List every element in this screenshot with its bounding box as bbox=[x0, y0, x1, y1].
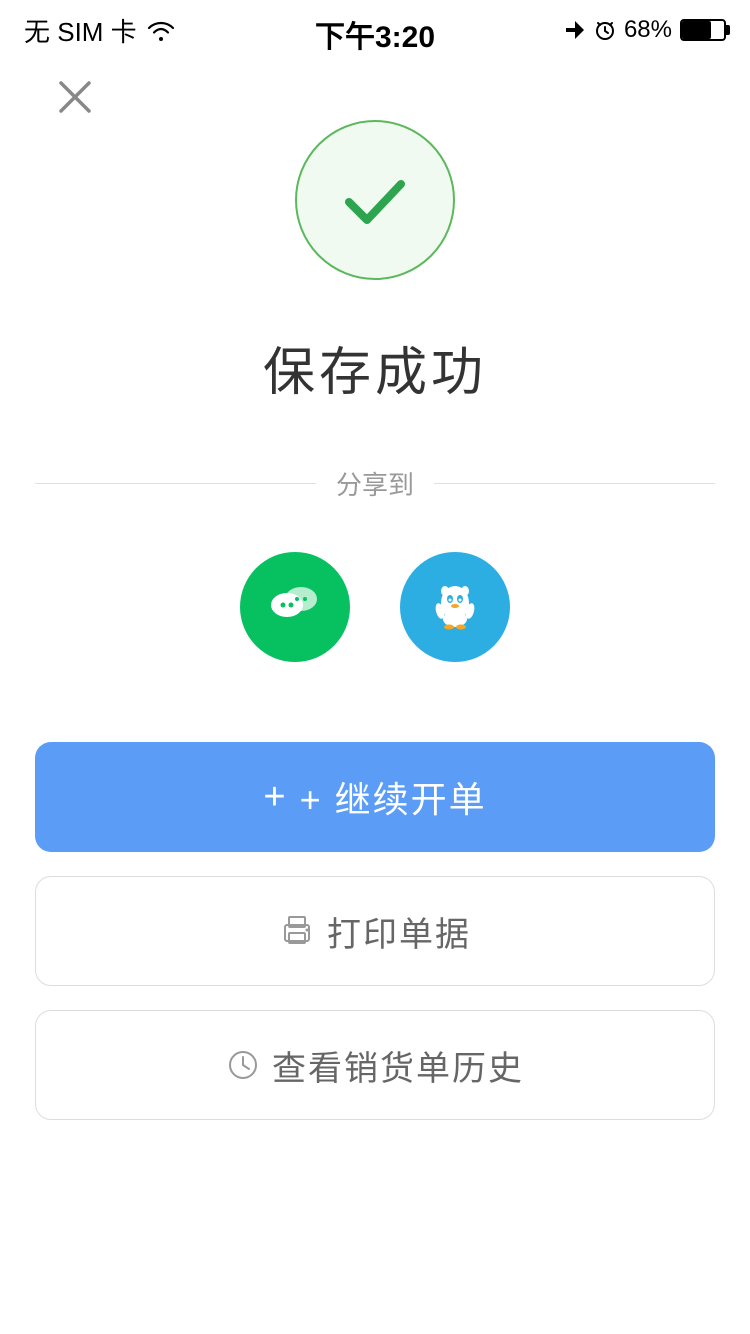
battery-fill bbox=[682, 21, 711, 39]
history-button[interactable]: 查看销货单历史 bbox=[35, 1010, 715, 1120]
history-icon bbox=[226, 1048, 260, 1082]
status-left: 无 SIM 卡 bbox=[24, 12, 175, 49]
success-circle bbox=[295, 120, 455, 280]
status-time: 下午3:20 bbox=[315, 12, 435, 56]
share-icons bbox=[240, 552, 510, 662]
print-button[interactable]: 打印单据 bbox=[35, 876, 715, 986]
wechat-icon bbox=[263, 575, 327, 639]
carrier-text: 无 SIM 卡 bbox=[24, 12, 137, 49]
qq-share-button[interactable] bbox=[400, 552, 510, 662]
wechat-share-button[interactable] bbox=[240, 552, 350, 662]
divider-line-right bbox=[434, 483, 715, 484]
close-icon bbox=[57, 79, 93, 115]
close-button[interactable] bbox=[50, 72, 100, 122]
battery-percentage: 68% bbox=[624, 16, 672, 44]
checkmark-icon bbox=[335, 160, 415, 240]
main-content: 保存成功 分享到 bbox=[0, 60, 750, 1120]
action-buttons: + + 继续开单 打印单据 查看销货单历史 bbox=[35, 742, 715, 1120]
share-divider: 分享到 bbox=[35, 465, 715, 502]
status-bar: 无 SIM 卡 下午3:20 68% bbox=[0, 0, 750, 60]
alarm-icon bbox=[594, 19, 616, 41]
print-label: 打印单据 bbox=[327, 907, 471, 956]
wifi-icon bbox=[147, 19, 175, 41]
share-label: 分享到 bbox=[336, 465, 414, 502]
success-title: 保存成功 bbox=[263, 330, 487, 405]
printer-icon bbox=[279, 913, 315, 949]
history-label: 查看销货单历史 bbox=[272, 1041, 524, 1090]
qq-icon bbox=[423, 575, 487, 639]
continue-icon: + bbox=[263, 776, 287, 819]
status-right: 68% bbox=[564, 16, 726, 44]
divider-line-left bbox=[35, 483, 316, 484]
continue-order-button[interactable]: + + 继续开单 bbox=[35, 742, 715, 852]
battery-bar bbox=[680, 19, 726, 41]
location-icon bbox=[564, 19, 586, 41]
continue-label: + 继续开单 bbox=[300, 771, 487, 823]
